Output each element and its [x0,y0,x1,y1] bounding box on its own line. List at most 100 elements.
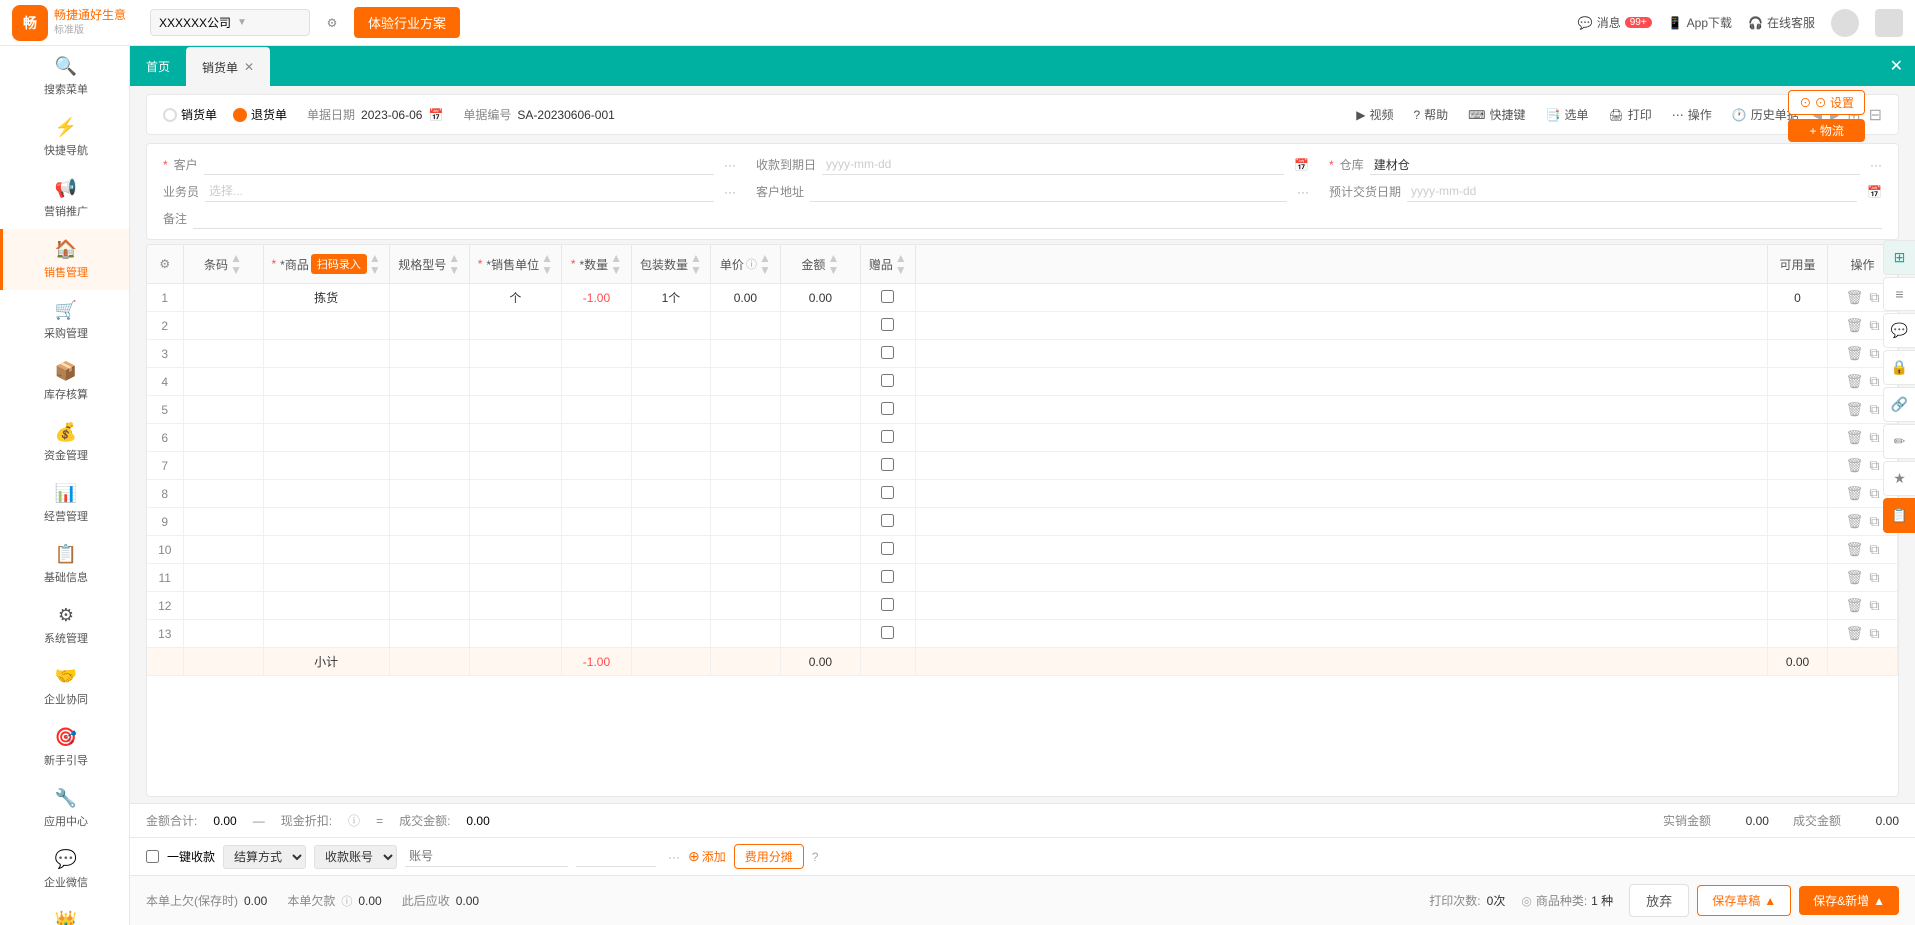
debt-info-icon[interactable]: ⓘ [341,893,352,909]
row-qty[interactable]: -1.00 [561,284,631,312]
add-payment-btn[interactable]: ⊕ 添加 [688,848,726,865]
sidebar-item-weixin[interactable]: 💬 企业微信 [0,839,129,900]
toolbar-help[interactable]: ? 帮助 [1407,103,1454,126]
company-selector[interactable]: XXXXXX公司 ▼ [150,9,310,36]
toolbar-video[interactable]: ▶ 视频 [1350,103,1399,126]
online-service-btn[interactable]: 🎧 在线客服 [1748,14,1815,31]
sidebar-item-system[interactable]: ⚙ 系统管理 [0,595,129,656]
th-gear[interactable]: ⚙ [147,245,183,284]
tab-sales-order[interactable]: 销货单 ✕ [186,47,270,87]
copy-icon[interactable]: ⧉ [1869,569,1879,586]
delete-icon[interactable]: 🗑 [1846,569,1864,586]
float-link-btn[interactable]: 🔗 [1883,387,1915,422]
float-chat-btn[interactable]: 💬 [1883,313,1915,348]
sidebar-item-marketing[interactable]: 📢 营销推广 [0,168,129,229]
one-click-pay-checkbox[interactable] [146,850,159,863]
settings-panel-btn[interactable]: ⊙ ⊙ 设置 [1788,90,1865,115]
account-number-input[interactable] [405,846,568,867]
delete-icon[interactable]: 🗑 [1846,541,1864,558]
sidebar-item-member[interactable]: 👑 畅会员 [0,900,129,925]
sidebar-item-shortcut[interactable]: ⚡ 快捷导航 [0,107,129,168]
sidebar-item-operation[interactable]: 📊 经营管理 [0,473,129,534]
user-settings-icon[interactable] [1875,9,1903,37]
float-grid-view-btn[interactable]: ⊞ [1883,240,1915,275]
logistics-btn[interactable]: + 物流 [1788,119,1865,142]
float-table-view-btn[interactable]: ≡ [1883,277,1915,311]
float-lock-btn[interactable]: 🔒 [1883,350,1915,385]
delete-icon[interactable]: 🗑 [1846,289,1864,306]
copy-icon[interactable]: ⧉ [1869,401,1879,418]
copy-icon[interactable]: ⧉ [1869,457,1879,474]
toolbar-select[interactable]: 📑 选单 [1540,103,1595,126]
sidebar-item-finance[interactable]: 💰 资金管理 [0,412,129,473]
calendar-receive-icon[interactable]: 📅 [1294,158,1309,172]
customer-input[interactable] [204,154,714,175]
payment-account-select[interactable]: 收款账号 [314,845,397,869]
layout-icon-2[interactable]: ⊟ [1869,105,1882,125]
discard-btn[interactable]: 放弃 [1629,884,1689,917]
delete-icon[interactable]: 🗑 [1846,485,1864,502]
radio-return[interactable]: 退货单 [233,106,287,123]
address-dots[interactable]: ··· [1297,185,1309,199]
toolbar-operate[interactable]: ⋯ 操作 [1666,103,1718,126]
toolbar-shortcut[interactable]: ⌨ 快捷键 [1462,103,1531,126]
customer-address-input[interactable] [810,181,1287,202]
delete-icon[interactable]: 🗑 [1846,625,1864,642]
float-action-btn[interactable]: 📋 [1883,498,1915,533]
delete-icon[interactable]: 🗑 [1846,457,1864,474]
tab-close-icon[interactable]: ✕ [244,60,254,74]
copy-icon[interactable]: ⧉ [1869,541,1879,558]
warehouse-input[interactable] [1370,154,1860,175]
row-gift[interactable] [860,284,915,312]
expense-btn[interactable]: 费用分摊 [734,844,804,869]
avatar[interactable] [1831,9,1859,37]
copy-icon[interactable]: ⧉ [1869,345,1879,362]
delete-icon[interactable]: 🗑 [1846,429,1864,446]
salesperson-dots[interactable]: ··· [724,185,736,199]
row-amount[interactable]: 0.00 [780,284,860,312]
row-price[interactable]: 0.00 [710,284,780,312]
calendar-expected-icon[interactable]: 📅 [1867,185,1882,199]
trial-btn[interactable]: 体验行业方案 [354,7,460,38]
draft-btn[interactable]: 保存草稿 ▲ [1697,885,1791,916]
copy-icon[interactable]: ⧉ [1869,485,1879,502]
copy-icon[interactable]: ⧉ [1869,373,1879,390]
message-btn[interactable]: 💬 消息 99+ [1578,14,1652,31]
customer-dots[interactable]: ··· [724,158,736,172]
sidebar-item-sales[interactable]: 🏠 销售管理 [0,229,129,290]
payment-method-select[interactable]: 结算方式 [223,845,306,869]
delete-icon[interactable]: 🗑 [1846,317,1864,334]
remarks-input[interactable] [193,208,1882,229]
row-barcode[interactable] [183,284,263,312]
delete-icon[interactable]: 🗑 [1846,597,1864,614]
sidebar-item-appcenter[interactable]: 🔧 应用中心 [0,778,129,839]
sidebar-item-search[interactable]: 🔍 搜索菜单 [0,46,129,107]
delete-icon[interactable]: 🗑 [1846,401,1864,418]
sidebar-item-basic[interactable]: 📋 基础信息 [0,534,129,595]
row-pkg[interactable]: 1个 [631,284,710,312]
expected-date-input[interactable] [1407,181,1857,202]
float-star-btn[interactable]: ★ [1883,461,1915,496]
payment-amount-input[interactable] [576,846,656,867]
payment-dots[interactable]: ··· [668,850,680,864]
delete-icon[interactable]: 🗑 [1846,345,1864,362]
sidebar-item-purchase[interactable]: 🛒 采购管理 [0,290,129,351]
sidebar-item-enterprise[interactable]: 🤝 企业协同 [0,656,129,717]
warehouse-dots[interactable]: ··· [1870,158,1882,172]
tab-close-all[interactable]: ✕ [1890,56,1915,76]
toolbar-print[interactable]: 🖨 打印 [1602,103,1657,126]
copy-icon[interactable]: ⧉ [1869,513,1879,530]
salesperson-input[interactable] [205,181,714,202]
radio-sales[interactable]: 销货单 [163,106,217,123]
receive-date-input[interactable] [822,154,1284,175]
row-unit[interactable]: 个 [469,284,561,312]
sidebar-item-inventory[interactable]: 📦 库存核算 [0,351,129,412]
row-product[interactable]: 拣货 [263,284,389,312]
help-circle-icon[interactable]: ? [812,850,819,864]
calendar-icon[interactable]: 📅 [428,108,443,122]
copy-icon[interactable]: ⧉ [1869,625,1879,642]
sidebar-item-newguide[interactable]: 🎯 新手引导 [0,717,129,778]
app-download-btn[interactable]: 📱 App下载 [1668,14,1732,31]
delete-icon[interactable]: 🗑 [1846,513,1864,530]
scan-btn[interactable]: 扫码录入 [311,254,367,274]
